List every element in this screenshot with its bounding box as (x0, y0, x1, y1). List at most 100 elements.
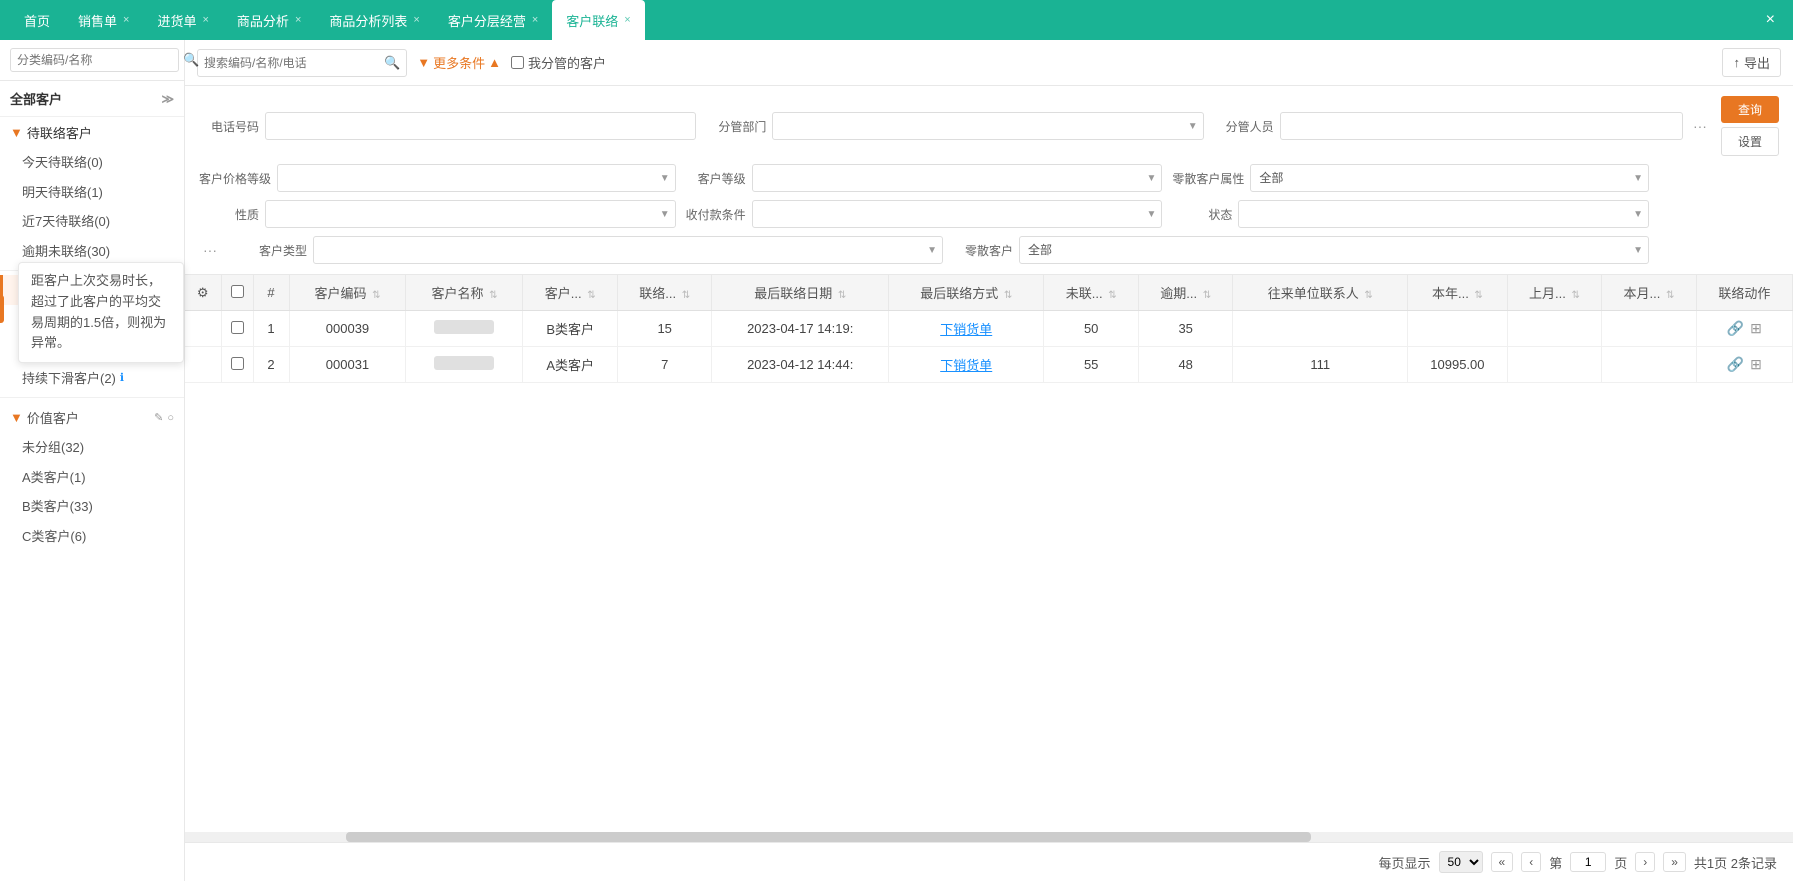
more-filters-btn[interactable]: ▼ 更多条件 ▲ (417, 53, 501, 72)
tab-sales[interactable]: 销售单 × (64, 0, 143, 40)
action-grid-icon-2[interactable]: ⊞ (1750, 356, 1762, 373)
col-overdue[interactable]: 逾期... ⇅ (1138, 275, 1233, 311)
tab-customer-contact[interactable]: 客户联络 × (552, 0, 644, 40)
sidebar-collapse-icon[interactable]: ≫ (161, 92, 174, 106)
cell-action-2: 🔗 ⊞ (1696, 347, 1792, 383)
tab-home[interactable]: 首页 (10, 0, 64, 40)
tab-product-analysis-list[interactable]: 商品分析列表 × (315, 0, 433, 40)
page-label-pre: 第 (1549, 853, 1562, 872)
value-edit-icon[interactable]: ✎ (154, 411, 163, 424)
sidebar-search-icon[interactable]: 🔍 (183, 52, 199, 68)
filter-scatter-attr-select[interactable]: 全部 (1250, 164, 1649, 192)
name-blur-1 (434, 320, 494, 334)
cell-last-date-2: 2023-04-12 14:44: (712, 347, 889, 383)
col-last-contact-date[interactable]: 最后联络日期 ⇅ (712, 275, 889, 311)
last-method-link-2[interactable]: 下销货单 (940, 358, 992, 373)
filter-manager-dots[interactable]: ··· (1689, 118, 1711, 134)
filter-payment-wrap: ▼ (752, 200, 1163, 228)
per-page-select[interactable]: 50 (1439, 851, 1483, 873)
close-tab-customer-contact[interactable]: × (624, 14, 630, 26)
col-last-month[interactable]: 上月... ⇅ (1507, 275, 1602, 311)
col-category[interactable]: 客户... ⇅ (523, 275, 618, 311)
tab-customer-tier[interactable]: 客户分层经营 × (434, 0, 552, 40)
col-uncontacted[interactable]: 未联... ⇅ (1044, 275, 1139, 311)
close-tab-product-analysis-list[interactable]: × (413, 14, 419, 26)
close-tab-purchase[interactable]: × (202, 14, 208, 26)
filter-row-2: 客户价格等级 ▼ 客户等级 ▼ 零散客户属性 (199, 164, 1779, 192)
col-contacts[interactable]: 联络... ⇅ (617, 275, 712, 311)
next-page-btn[interactable]: › (1635, 852, 1655, 872)
pending-today[interactable]: 今天待联络(0) (0, 148, 184, 178)
prev-page-btn[interactable]: ‹ (1521, 852, 1541, 872)
col-this-month[interactable]: 本月... ⇅ (1602, 275, 1697, 311)
filter-payment-select[interactable] (752, 200, 1163, 228)
filter-phone-input[interactable] (265, 112, 696, 140)
tab-purchase[interactable]: 进货单 × (143, 0, 222, 40)
col-this-year[interactable]: 本年... ⇅ (1408, 275, 1508, 311)
downtrend-customers[interactable]: 持续下滑客户(2) ℹ (0, 364, 184, 394)
col-code[interactable]: 客户编码 ⇅ (289, 275, 406, 311)
window-close-button[interactable]: × (1758, 11, 1783, 29)
col-action: 联络动作 (1696, 275, 1792, 311)
action-link-icon-2[interactable]: 🔗 (1727, 356, 1744, 373)
row1-checkbox[interactable] (231, 321, 244, 334)
value-b-class[interactable]: B类客户(33) (0, 492, 184, 522)
set-button[interactable]: 设置 (1721, 127, 1779, 156)
query-button[interactable]: 查询 (1721, 96, 1779, 123)
filter-price-level-select[interactable] (277, 164, 676, 192)
value-a-class[interactable]: A类客户(1) (0, 463, 184, 493)
first-page-btn[interactable]: « (1491, 852, 1514, 872)
close-tab-customer-tier[interactable]: × (532, 14, 538, 26)
action-grid-icon-1[interactable]: ⊞ (1750, 320, 1762, 337)
filter-dept-label: 分管部门 (706, 118, 766, 135)
tab-product-analysis[interactable]: 商品分析 × (223, 0, 315, 40)
export-button[interactable]: ↑ 导出 (1722, 48, 1781, 77)
filter-dept-select[interactable] (772, 112, 1203, 140)
filter-manager-label: 分管人员 (1214, 118, 1274, 135)
my-customers-checkbox-area: 我分管的客户 (511, 53, 606, 72)
my-customers-checkbox[interactable] (511, 56, 524, 69)
value-ungrouped[interactable]: 未分组(32) (0, 433, 184, 463)
action-link-icon-1[interactable]: 🔗 (1727, 320, 1744, 337)
data-table: ⚙ # 客户编码 ⇅ 客户名称 ⇅ 客户... ⇅ 联络... ⇅ 最后联络日期… (185, 275, 1793, 383)
filter-customer-level-select[interactable] (752, 164, 1163, 192)
downtrend-info-icon[interactable]: ℹ (120, 370, 124, 387)
search-box-icon[interactable]: 🔍 (384, 55, 400, 71)
search-input[interactable] (204, 56, 384, 70)
filter-scatter-customer: 零散客户 全部 ▼ (953, 236, 1649, 264)
cell-last-method-1[interactable]: 下销货单 (888, 311, 1043, 347)
filter-row4-dots-btn[interactable]: ··· (199, 242, 221, 258)
pending-tomorrow[interactable]: 明天待联络(1) (0, 178, 184, 208)
col-settings[interactable]: ⚙ (185, 275, 221, 311)
filter-status-select[interactable] (1238, 200, 1649, 228)
cell-last-method-2[interactable]: 下销货单 (888, 347, 1043, 383)
pending-section[interactable]: ▼ 待联络客户 (0, 117, 184, 148)
filter-nature-select[interactable] (265, 200, 676, 228)
table-container: ⚙ # 客户编码 ⇅ 客户名称 ⇅ 客户... ⇅ 联络... ⇅ 最后联络日期… (185, 275, 1793, 832)
pending-7days[interactable]: 近7天待联络(0) (0, 207, 184, 237)
last-page-btn[interactable]: » (1663, 852, 1686, 872)
cell-this-month-2 (1602, 347, 1697, 383)
col-name[interactable]: 客户名称 ⇅ (406, 275, 523, 311)
filter-scatter-customer-select[interactable]: 全部 (1019, 236, 1649, 264)
close-tab-product-analysis[interactable]: × (295, 14, 301, 26)
filter-manager-input[interactable] (1280, 112, 1683, 140)
horizontal-scrollbar[interactable] (185, 832, 1793, 842)
filter-dept: 分管部门 ▼ (706, 112, 1203, 140)
filter-customer-level-label: 客户等级 (686, 170, 746, 187)
select-all-checkbox[interactable] (231, 285, 244, 298)
current-page-input[interactable] (1570, 852, 1606, 872)
value-add-icon[interactable]: ○ (167, 412, 174, 424)
value-c-class[interactable]: C类客户(6) (0, 522, 184, 552)
value-customers-section[interactable]: ▼ 价值客户 ✎ ○ (0, 402, 184, 433)
filter-status-label: 状态 (1172, 206, 1232, 223)
col-unit-contacts[interactable]: 往来单位联系人 ⇅ (1233, 275, 1408, 311)
scrollbar-thumb[interactable] (346, 832, 1311, 842)
row2-checkbox[interactable] (231, 357, 244, 370)
col-index: # (253, 275, 289, 311)
close-tab-sales[interactable]: × (123, 14, 129, 26)
col-last-contact-method[interactable]: 最后联络方式 ⇅ (888, 275, 1043, 311)
last-method-link-1[interactable]: 下销货单 (940, 322, 992, 337)
sidebar-search-input[interactable] (10, 48, 179, 72)
filter-customer-type-select[interactable] (313, 236, 943, 264)
